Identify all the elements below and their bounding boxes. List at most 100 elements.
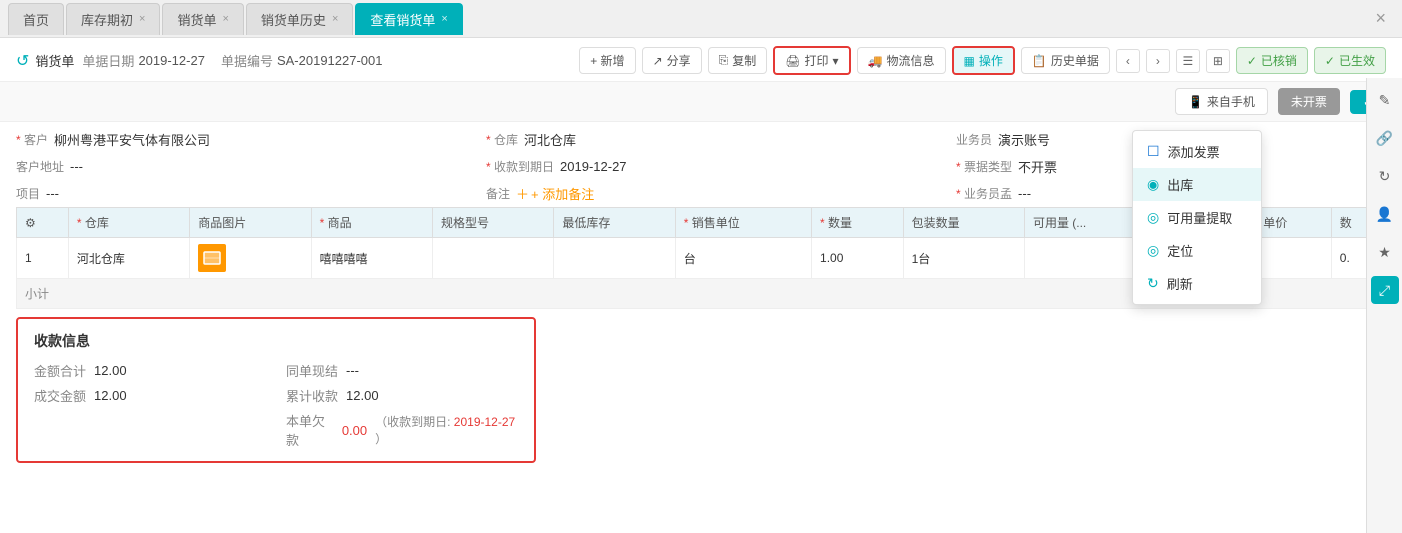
copy-icon: ⎘ bbox=[719, 53, 729, 68]
invoice-value: 不开票 bbox=[1018, 157, 1057, 176]
confirmed-button[interactable]: ✓ 已核销 bbox=[1236, 47, 1308, 74]
share-label: 分享 bbox=[667, 52, 691, 69]
tab-home-label: 首页 bbox=[23, 10, 49, 29]
dropdown-add-invoice[interactable]: ☐ 添加发票 bbox=[1133, 135, 1261, 168]
col-spec: 规格型号 bbox=[432, 208, 553, 238]
dropdown-refresh[interactable]: ↻ 刷新 bbox=[1133, 267, 1261, 300]
warehouse-value: 河北仓库 bbox=[524, 130, 576, 149]
from-phone-label: 来自手机 bbox=[1207, 93, 1255, 110]
doc-title: ↺ 销货单 bbox=[16, 51, 74, 71]
locate-label: 定位 bbox=[1167, 241, 1193, 260]
col-product: 商品 bbox=[311, 208, 432, 238]
col-warehouse: 仓库 bbox=[68, 208, 189, 238]
row-min-stock bbox=[554, 238, 675, 279]
right-sidebar: ✎ 🔗 ↻ 👤 ★ ⤢ bbox=[1366, 78, 1402, 533]
project-value: --- bbox=[46, 186, 59, 201]
add-note-btn[interactable]: ＋ + 添加备注 bbox=[516, 184, 594, 203]
tab-sales-history-label: 销货单历史 bbox=[261, 10, 326, 29]
tab-sales-label: 销货单 bbox=[177, 10, 216, 29]
row-qty: 1.00 bbox=[812, 238, 904, 279]
share-button[interactable]: ↗ 分享 bbox=[642, 47, 702, 74]
col-image: 商品图片 bbox=[190, 208, 311, 238]
product-thumbnail bbox=[198, 244, 226, 272]
print-button[interactable]: 🖨 打印 ▾ bbox=[773, 46, 850, 75]
row-pkg-qty: 1台 bbox=[903, 238, 1024, 279]
tab-view-sales-label: 查看销货单 bbox=[370, 10, 435, 29]
operation-button[interactable]: ▦ 操作 bbox=[952, 46, 1015, 75]
row-unit-price bbox=[1255, 238, 1332, 279]
print-arrow: ▾ bbox=[833, 54, 839, 68]
effective-check: ✓ bbox=[1325, 54, 1335, 68]
tab-view-sales[interactable]: 查看销货单 × bbox=[355, 3, 462, 35]
sidebar-link-icon[interactable]: 🔗 bbox=[1371, 124, 1399, 152]
date-value: 2019-12-27 bbox=[138, 53, 205, 68]
logistics-button[interactable]: 🚚 物流信息 bbox=[857, 47, 946, 74]
owed-hint: （收款到期日: 2019-12-27 ） bbox=[375, 413, 518, 447]
logistics-icon: 🚚 bbox=[868, 54, 883, 68]
add-note-label: + 添加备注 bbox=[531, 184, 594, 203]
sales-staff-label: 业务员孟 bbox=[956, 185, 1012, 202]
owed-date: 2019-12-27 bbox=[454, 415, 515, 429]
deal-label: 成交金额 bbox=[34, 386, 86, 405]
payment-box: 收款信息 金额合计 12.00 同单现结 --- 成交金额 12.00 累计收款… bbox=[16, 317, 536, 463]
dropdown-out-warehouse[interactable]: ◉ 出库 bbox=[1133, 168, 1261, 201]
history-button[interactable]: 📋 历史单据 bbox=[1021, 47, 1110, 74]
view-grid[interactable]: ⊞ bbox=[1206, 49, 1230, 73]
new-button[interactable]: + 新增 bbox=[579, 47, 635, 74]
tab-inventory-close[interactable]: × bbox=[139, 13, 145, 25]
out-warehouse-label: 出库 bbox=[1167, 175, 1193, 194]
tab-sales[interactable]: 销货单 × bbox=[162, 3, 243, 35]
total-label: 金额合计 bbox=[34, 361, 86, 380]
project-label: 项目 bbox=[16, 185, 40, 202]
nav-next[interactable]: › bbox=[1146, 49, 1170, 73]
history-icon: 📋 bbox=[1032, 54, 1047, 68]
customer-value: 柳州粤港平安气体有限公司 bbox=[54, 130, 210, 149]
add-invoice-label: 添加发票 bbox=[1168, 142, 1220, 161]
sidebar-refresh-icon[interactable]: ↻ bbox=[1371, 162, 1399, 190]
logistics-label: 物流信息 bbox=[887, 52, 935, 69]
not-opened-btn[interactable]: 未开票 bbox=[1278, 88, 1340, 115]
tab-sales-history[interactable]: 销货单历史 × bbox=[246, 3, 353, 35]
nav-prev[interactable]: ‹ bbox=[1116, 49, 1140, 73]
due-date-field: 收款到期日 2019-12-27 bbox=[486, 157, 916, 176]
tab-sales-close[interactable]: × bbox=[222, 13, 228, 25]
window-close[interactable]: × bbox=[1367, 8, 1394, 29]
row-image bbox=[190, 238, 311, 279]
sidebar-star-icon[interactable]: ★ bbox=[1371, 238, 1399, 266]
dropdown-locate[interactable]: ◎ 定位 bbox=[1133, 234, 1261, 267]
sidebar-edit-icon[interactable]: ✎ bbox=[1371, 86, 1399, 114]
warehouse-field: 仓库 河北仓库 bbox=[486, 130, 916, 149]
col-settings[interactable]: ⚙ bbox=[17, 208, 69, 238]
sidebar-user-icon[interactable]: 👤 bbox=[1371, 200, 1399, 228]
sidebar-expand-icon[interactable]: ⤢ bbox=[1371, 276, 1399, 304]
available-qty-icon: ◎ bbox=[1147, 209, 1159, 226]
owed-item: 本单欠款 0.00 （收款到期日: 2019-12-27 ） bbox=[286, 411, 518, 449]
invoice-label: 票据类型 bbox=[956, 158, 1012, 175]
due-date-label: 收款到期日 bbox=[486, 158, 554, 175]
number-label: 单据编号 bbox=[221, 51, 273, 70]
toolbar: + 新增 ↗ 分享 ⎘ 复制 🖨 打印 ▾ 🚚 物流信息 ▦ 操作 bbox=[579, 46, 1386, 75]
note-field: 备注 ＋ + 添加备注 bbox=[486, 184, 916, 203]
doc-meta: 单据日期 2019-12-27 单据编号 SA-20191227-001 bbox=[82, 51, 382, 70]
effective-button[interactable]: ✓ 已生效 bbox=[1314, 47, 1386, 74]
phone-icon: 📱 bbox=[1188, 95, 1203, 109]
not-opened-label: 未开票 bbox=[1291, 93, 1327, 110]
doc-icon: ↺ bbox=[16, 51, 29, 71]
tab-home[interactable]: 首页 bbox=[8, 3, 64, 35]
copy-button[interactable]: ⎘ 复制 bbox=[708, 47, 768, 74]
col-pkg-qty: 包装数量 bbox=[903, 208, 1024, 238]
dropdown-available-qty[interactable]: ◎ 可用量提取 bbox=[1133, 201, 1261, 234]
total-item: 金额合计 12.00 bbox=[34, 361, 266, 380]
tab-view-sales-close[interactable]: × bbox=[441, 13, 447, 25]
same-order-value: --- bbox=[346, 363, 359, 378]
staff-value: 演示账号 bbox=[998, 130, 1050, 149]
print-label: 打印 bbox=[805, 52, 829, 69]
due-date-value: 2019-12-27 bbox=[560, 159, 627, 174]
refresh-icon: ↻ bbox=[1147, 275, 1159, 292]
tab-sales-history-close[interactable]: × bbox=[332, 13, 338, 25]
row-no: 1 bbox=[17, 238, 69, 279]
row-product: 嘻嘻嘻嘻 bbox=[311, 238, 432, 279]
view-list[interactable]: ☰ bbox=[1176, 49, 1200, 73]
tab-inventory[interactable]: 库存期初 × bbox=[66, 3, 160, 35]
from-phone-btn[interactable]: 📱 来自手机 bbox=[1175, 88, 1268, 115]
